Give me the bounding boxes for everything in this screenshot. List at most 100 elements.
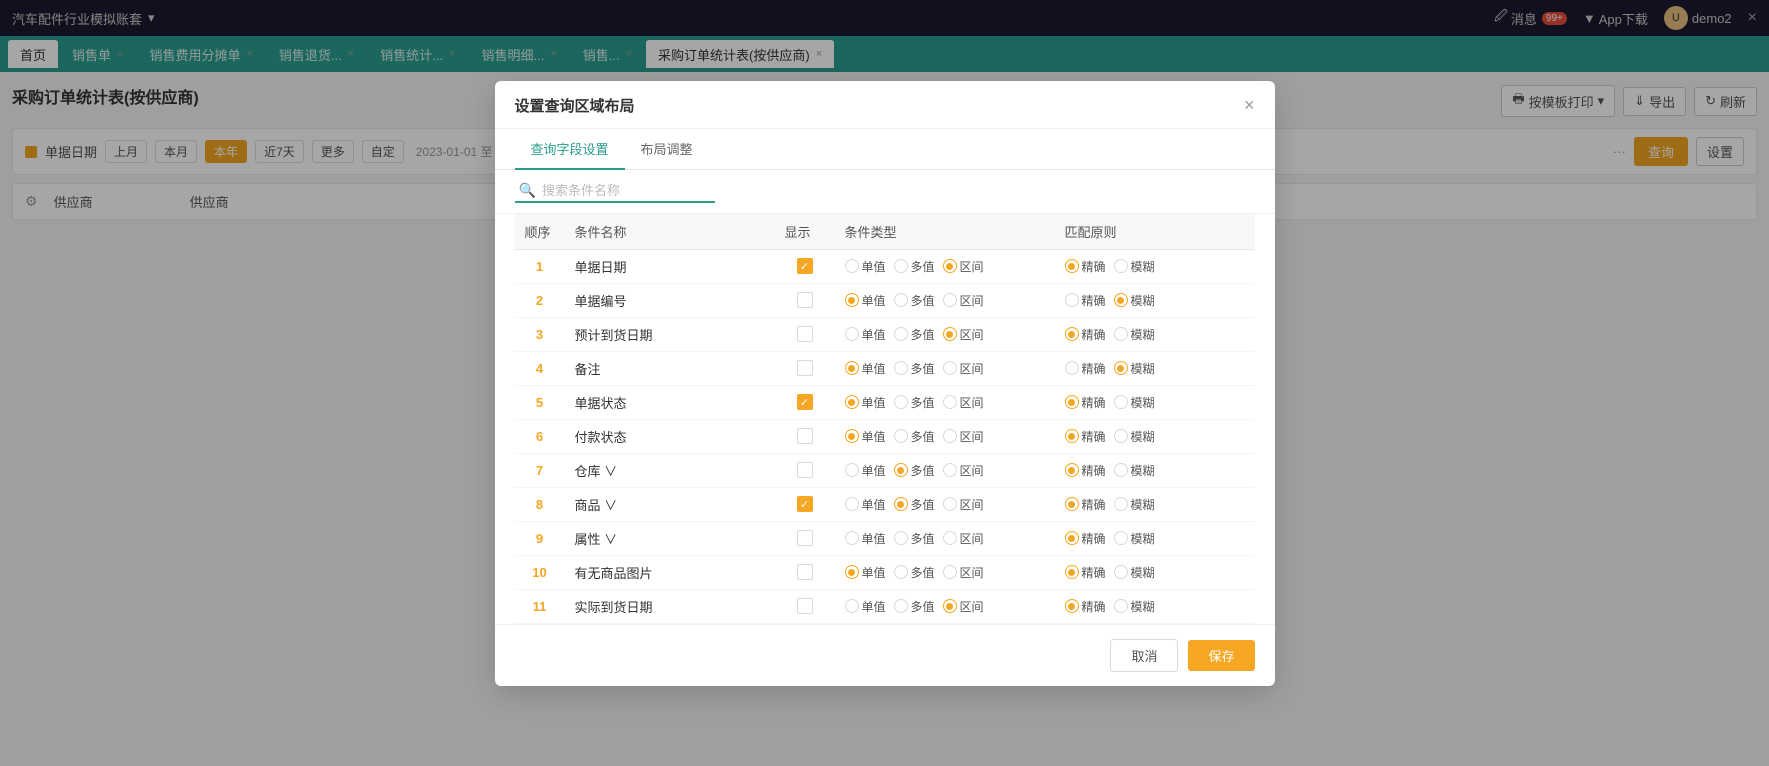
radio-match-模糊[interactable]: 模糊	[1114, 462, 1155, 479]
radio-match-模糊[interactable]: 模糊	[1114, 428, 1155, 445]
radio-match-模糊[interactable]: 模糊	[1114, 598, 1155, 615]
radio-match-精确[interactable]: 精确	[1065, 428, 1106, 445]
radio-match-精确[interactable]: 精确	[1065, 326, 1106, 343]
radio-type-单值[interactable]: 单值	[845, 258, 886, 275]
table-row: 10有无商品图片单值多值区间精确模糊	[515, 555, 1255, 589]
radio-circle	[943, 327, 957, 341]
radio-match-精确[interactable]: 精确	[1065, 530, 1106, 547]
radio-match-精确[interactable]: 精确	[1065, 598, 1106, 615]
radio-type-多值[interactable]: 多值	[894, 530, 935, 547]
radio-type-多值[interactable]: 多值	[894, 326, 935, 343]
radio-match-精确[interactable]: 精确	[1065, 462, 1106, 479]
radio-match-模糊[interactable]: 模糊	[1114, 530, 1155, 547]
radio-circle	[1114, 293, 1128, 307]
show-checkbox[interactable]	[797, 496, 813, 512]
table-row: 2单据编号单值多值区间精确模糊	[515, 283, 1255, 317]
radio-type-多值[interactable]: 多值	[894, 360, 935, 377]
radio-type-区间[interactable]: 区间	[943, 292, 984, 309]
radio-type-多值[interactable]: 多值	[894, 428, 935, 445]
radio-type-单值[interactable]: 单值	[845, 428, 886, 445]
radio-match-精确[interactable]: 精确	[1065, 258, 1106, 275]
show-checkbox[interactable]	[797, 326, 813, 342]
radio-type-区间[interactable]: 区间	[943, 462, 984, 479]
radio-type-多值[interactable]: 多值	[894, 598, 935, 615]
dialog-tab-layout[interactable]: 布局调整	[625, 129, 709, 170]
radio-type-单值[interactable]: 单值	[845, 292, 886, 309]
th-order: 顺序	[515, 214, 565, 250]
cancel-button[interactable]: 取消	[1110, 639, 1178, 672]
radio-match-模糊[interactable]: 模糊	[1114, 360, 1155, 377]
radio-label: 精确	[1082, 496, 1106, 513]
radio-type-区间[interactable]: 区间	[943, 258, 984, 275]
radio-circle	[1065, 565, 1079, 579]
cell-match: 精确 模糊	[1055, 521, 1255, 555]
radio-type-多值[interactable]: 多值	[894, 258, 935, 275]
radio-type-单值[interactable]: 单值	[845, 360, 886, 377]
radio-label: 模糊	[1131, 530, 1155, 547]
radio-label: 区间	[960, 360, 984, 377]
show-checkbox[interactable]	[797, 360, 813, 376]
radio-type-多值[interactable]: 多值	[894, 462, 935, 479]
radio-type-多值[interactable]: 多值	[894, 564, 935, 581]
radio-label: 精确	[1082, 258, 1106, 275]
radio-circle	[1114, 565, 1128, 579]
dialog-close-button[interactable]: ×	[1244, 96, 1255, 114]
radio-match-模糊[interactable]: 模糊	[1114, 292, 1155, 309]
radio-label: 模糊	[1131, 258, 1155, 275]
radio-type-多值[interactable]: 多值	[894, 292, 935, 309]
radio-type-区间[interactable]: 区间	[943, 360, 984, 377]
show-checkbox[interactable]	[797, 462, 813, 478]
cell-order: 7	[515, 453, 565, 487]
cell-name: 实际到货日期	[565, 589, 775, 623]
table-header-row: 顺序 条件名称 显示 条件类型 匹配原则	[515, 214, 1255, 250]
radio-match-模糊[interactable]: 模糊	[1114, 258, 1155, 275]
save-button[interactable]: 保存	[1188, 640, 1254, 671]
radio-type-区间[interactable]: 区间	[943, 530, 984, 547]
radio-type-多值[interactable]: 多值	[894, 496, 935, 513]
radio-circle	[1065, 497, 1079, 511]
radio-match-模糊[interactable]: 模糊	[1114, 496, 1155, 513]
radio-type-区间[interactable]: 区间	[943, 394, 984, 411]
radio-match-精确[interactable]: 精确	[1065, 292, 1106, 309]
search-input[interactable]	[542, 183, 702, 198]
radio-type-区间[interactable]: 区间	[943, 598, 984, 615]
show-checkbox[interactable]	[797, 394, 813, 410]
cell-type: 单值多值 区间	[835, 351, 1055, 385]
radio-type-区间[interactable]: 区间	[943, 428, 984, 445]
radio-type-单值[interactable]: 单值	[845, 530, 886, 547]
radio-label: 单值	[862, 292, 886, 309]
radio-type-单值[interactable]: 单值	[845, 496, 886, 513]
radio-type-单值[interactable]: 单值	[845, 598, 886, 615]
show-checkbox[interactable]	[797, 258, 813, 274]
radio-match-精确[interactable]: 精确	[1065, 394, 1106, 411]
radio-type-多值[interactable]: 多值	[894, 394, 935, 411]
radio-type-单值[interactable]: 单值	[845, 462, 886, 479]
show-checkbox[interactable]	[797, 598, 813, 614]
radio-match-模糊[interactable]: 模糊	[1114, 564, 1155, 581]
radio-match-精确[interactable]: 精确	[1065, 564, 1106, 581]
radio-circle	[894, 463, 908, 477]
show-checkbox[interactable]	[797, 564, 813, 580]
radio-circle	[943, 463, 957, 477]
radio-circle	[943, 293, 957, 307]
radio-type-区间[interactable]: 区间	[943, 496, 984, 513]
dialog-tab-query-fields[interactable]: 查询字段设置	[515, 129, 625, 170]
cell-show	[775, 385, 835, 419]
search-icon: 🔍	[519, 182, 536, 199]
radio-type-单值[interactable]: 单值	[845, 564, 886, 581]
show-checkbox[interactable]	[797, 530, 813, 546]
radio-label: 模糊	[1131, 462, 1155, 479]
radio-type-单值[interactable]: 单值	[845, 326, 886, 343]
radio-type-区间[interactable]: 区间	[943, 326, 984, 343]
radio-match-模糊[interactable]: 模糊	[1114, 326, 1155, 343]
radio-type-单值[interactable]: 单值	[845, 394, 886, 411]
radio-label: 多值	[911, 326, 935, 343]
radio-label: 区间	[960, 598, 984, 615]
show-checkbox[interactable]	[797, 428, 813, 444]
radio-match-模糊[interactable]: 模糊	[1114, 394, 1155, 411]
radio-type-区间[interactable]: 区间	[943, 564, 984, 581]
show-checkbox[interactable]	[797, 292, 813, 308]
radio-match-精确[interactable]: 精确	[1065, 496, 1106, 513]
radio-match-精确[interactable]: 精确	[1065, 360, 1106, 377]
table-row: 8商品 ∨单值多值区间精确模糊	[515, 487, 1255, 521]
